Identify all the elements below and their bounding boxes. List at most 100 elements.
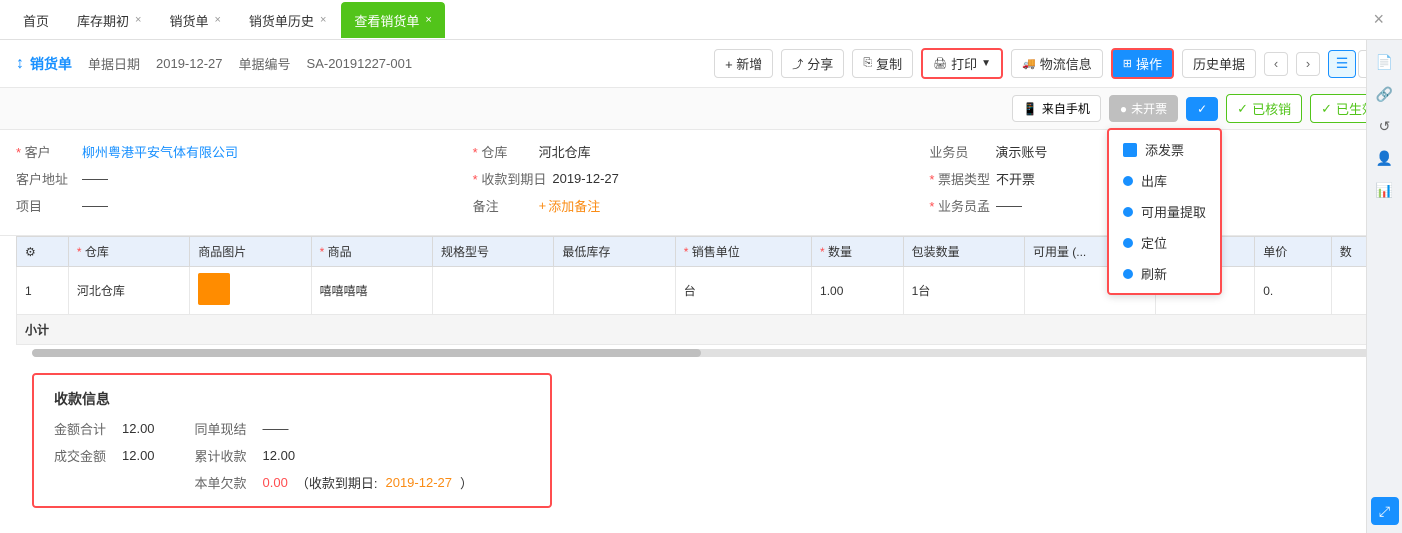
history-button[interactable]: 历史单据 (1182, 49, 1256, 78)
product-image (198, 273, 230, 305)
share-icon: ⤴ (792, 56, 803, 72)
col-unit: 销售单位 (675, 237, 811, 267)
deal-amount-item: 成交金额 12.00 (54, 446, 155, 465)
logistics-button[interactable]: 🚚 物流信息 (1011, 49, 1103, 78)
note-group: 备注 + 添加备注 (473, 196, 930, 215)
sidebar-user-button[interactable]: 👤 (1371, 144, 1399, 172)
copy-button[interactable]: ⎘ 复制 (852, 49, 913, 78)
operation-button[interactable]: ⊞ 操作 (1111, 48, 1174, 79)
project-label: 项目 (16, 196, 76, 215)
payment-col-left: 金额合计 12.00 成交金额 12.00 (54, 419, 155, 492)
col-img: 商品图片 (190, 237, 311, 267)
scrollbar-thumb (32, 349, 701, 357)
address-value: —— (82, 171, 108, 186)
tabs-bar: 首页 库存期初 × 销货单 × 销货单历史 × 查看销货单 × × (0, 0, 1402, 40)
share-button[interactable]: ⤴ 分享 (781, 49, 844, 78)
new-button[interactable]: + 新增 (714, 49, 773, 78)
ticket-value: 不开票 (996, 169, 1035, 188)
tab-home[interactable]: 首页 (10, 2, 62, 38)
prev-button[interactable]: ‹ (1264, 52, 1288, 76)
row-qty: 1.00 (812, 267, 904, 315)
owe-paren-close: ） (460, 473, 473, 492)
add-note-button[interactable]: + 添加备注 (539, 196, 601, 215)
dropdown-add-invoice[interactable]: 添发票 (1109, 134, 1220, 165)
available-icon (1123, 207, 1133, 217)
same-order-value: —— (263, 421, 289, 436)
deal-value: 12.00 (122, 448, 155, 463)
dropdown-refresh[interactable]: 刷新 (1109, 258, 1220, 289)
customer-label: 客户 (16, 142, 76, 161)
tab-view-sales-close[interactable]: × (425, 14, 431, 26)
owe-label: 本单欠款 (195, 473, 255, 492)
payment-title: 收款信息 (54, 389, 530, 409)
warehouse-label: 仓库 (473, 142, 533, 161)
dropdown-outbound[interactable]: 出库 (1109, 165, 1220, 196)
owe-item: 本单欠款 0.00 （收款到期日: 2019-12-27 ） (195, 473, 473, 492)
col-settings[interactable]: ⚙ (17, 237, 69, 267)
col-price: 单价 (1255, 237, 1332, 267)
add-invoice-icon (1123, 143, 1137, 157)
next-button[interactable]: › (1296, 52, 1320, 76)
tab-history-label: 销货单历史 (249, 11, 314, 30)
col-qty: 数量 (812, 237, 904, 267)
sidebar-refresh-button[interactable]: ↺ (1371, 112, 1399, 140)
payment-container: 收款信息 金额合计 12.00 成交金额 12.00 同单现结 —— (0, 361, 1402, 532)
customer-group: 客户 柳州粤港平安气体有限公司 (16, 142, 473, 161)
staff-value: 演示账号 (995, 142, 1047, 161)
tab-sales-close[interactable]: × (214, 14, 220, 26)
window-close-button[interactable]: × (1365, 9, 1392, 30)
outbound-icon (1123, 176, 1133, 186)
print-icon: 🖨 (933, 57, 947, 70)
tab-history-close[interactable]: × (320, 14, 326, 26)
plus-icon: + (539, 198, 547, 213)
staff-label: 业务员 (929, 142, 989, 161)
row-unit: 台 (675, 267, 811, 315)
tab-sales[interactable]: 销货单 × (156, 2, 233, 38)
customer-value[interactable]: 柳州粤港平安气体有限公司 (82, 142, 238, 161)
row-warehouse: 河北仓库 (68, 267, 189, 315)
ticket-label: 票据类型 (929, 169, 990, 188)
sold-icon: ✓ (1237, 101, 1248, 117)
cumulative-value: 12.00 (263, 448, 296, 463)
copy-icon: ⎘ (863, 57, 872, 70)
doc-header: ↕ 销货单 单据日期 2019-12-27 单据编号 SA-20191227-0… (0, 40, 1402, 88)
sidebar-doc-button[interactable]: 📄 (1371, 48, 1399, 76)
sold-button[interactable]: ✓ 已核销 (1226, 94, 1302, 123)
doc-title-label: 销货单 (30, 54, 72, 74)
print-button[interactable]: 🖨 打印 ▼ (921, 48, 1003, 79)
payment-section: 收款信息 金额合计 12.00 成交金额 12.00 同单现结 —— (32, 373, 552, 508)
tab-inventory-close[interactable]: × (135, 14, 141, 26)
view-list-button[interactable]: ☰ (1328, 50, 1356, 78)
note-label: 备注 (473, 196, 533, 215)
sidebar-link-button[interactable]: 🔗 (1371, 80, 1399, 108)
same-order-item: 同单现结 —— (195, 419, 473, 438)
owe-value: 0.00 (263, 475, 288, 490)
dropdown-locate[interactable]: 定位 (1109, 227, 1220, 258)
from-phone-button[interactable]: 📱 来自手机 (1012, 95, 1101, 122)
table-scrollbar[interactable] (32, 349, 1370, 357)
check-button[interactable]: ✓ (1186, 97, 1218, 121)
total-label: 金额合计 (54, 419, 114, 438)
locate-icon (1123, 238, 1133, 248)
due-date-group: 收款到期日 2019-12-27 (473, 169, 930, 188)
project-value: —— (82, 198, 108, 213)
address-label: 客户地址 (16, 169, 76, 188)
main-content: ↕ 销货单 单据日期 2019-12-27 单据编号 SA-20191227-0… (0, 40, 1402, 533)
col-product: 商品 (311, 237, 432, 267)
tab-history[interactable]: 销货单历史 × (236, 2, 339, 38)
deal-label: 成交金额 (54, 446, 114, 465)
address-group: 客户地址 —— (16, 169, 473, 188)
tab-sales-label: 销货单 (169, 11, 208, 30)
col-warehouse: 仓库 (68, 237, 189, 267)
owe-paren-open: （收款到期日: (296, 473, 378, 492)
dropdown-available[interactable]: 可用量提取 (1109, 196, 1220, 227)
not-open-button[interactable]: ● 未开票 (1109, 95, 1178, 122)
sidebar-chart-button[interactable]: 📊 (1371, 176, 1399, 204)
sidebar-expand-button[interactable]: ⤢ (1371, 497, 1399, 525)
tab-inventory[interactable]: 库存期初 × (64, 2, 154, 38)
tab-view-sales[interactable]: 查看销货单 × (341, 2, 444, 38)
date-value: 2019-12-27 (156, 56, 223, 71)
logistics-icon: 🚚 (1022, 57, 1036, 70)
col-pkg-qty: 包装数量 (903, 237, 1024, 267)
doc-title-section: ↕ 销货单 (16, 54, 72, 74)
